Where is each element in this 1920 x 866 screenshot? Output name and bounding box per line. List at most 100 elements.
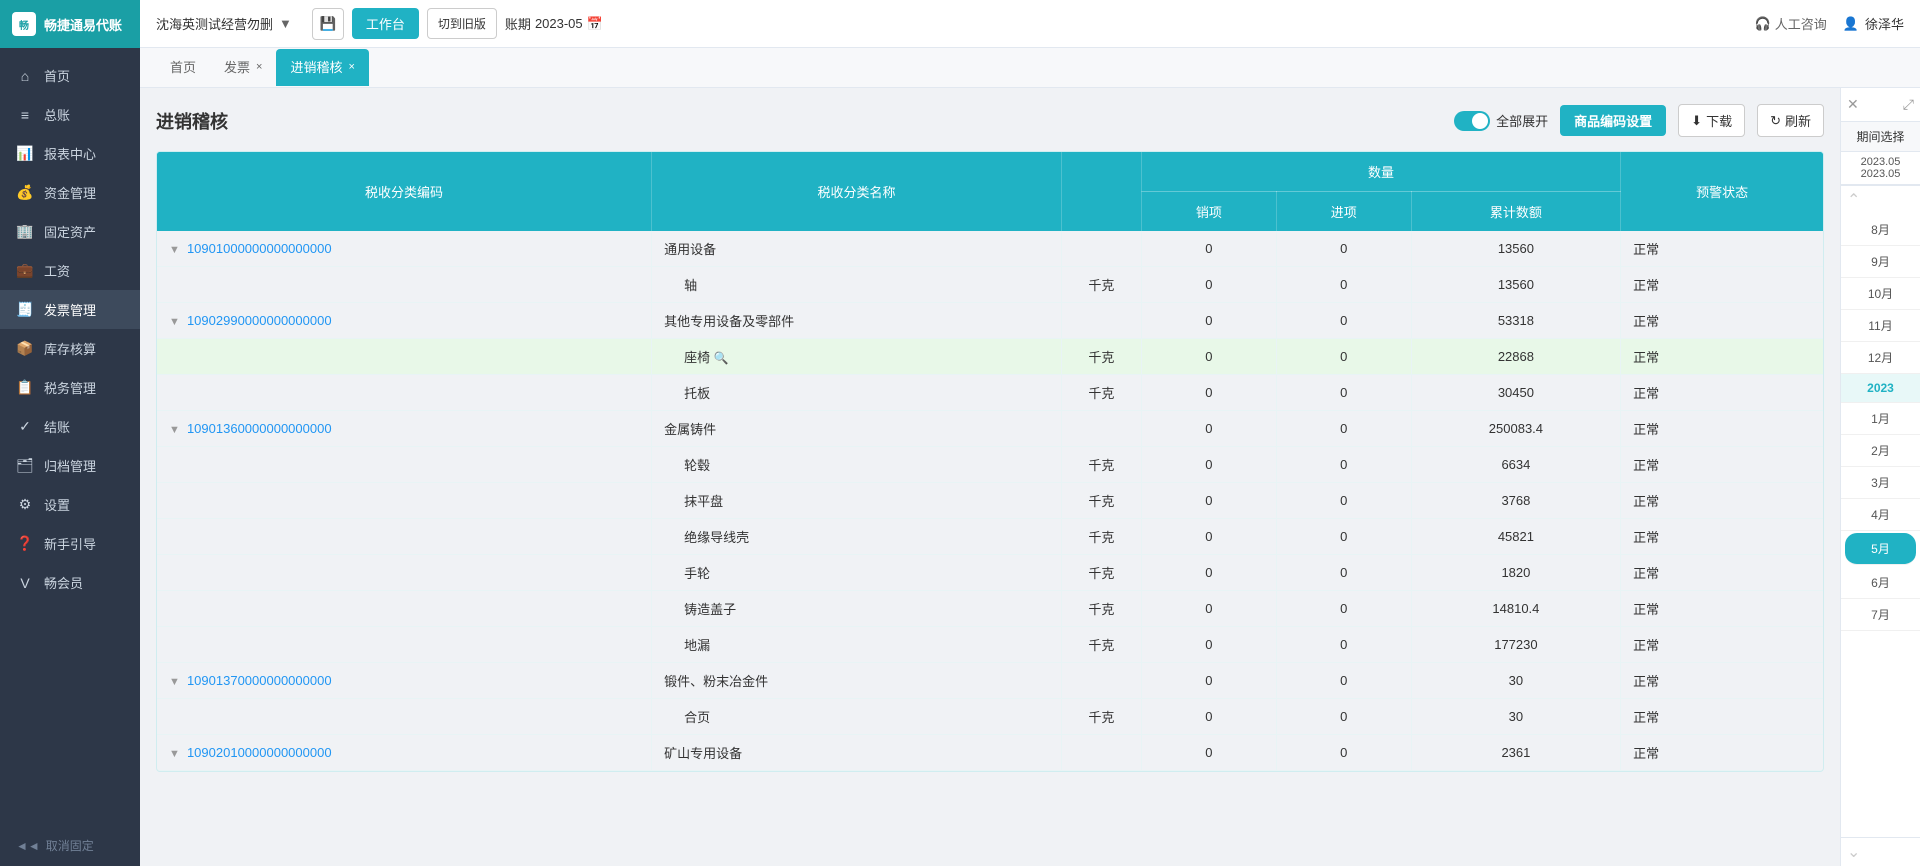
td-qty-total: 6634 [1411,447,1620,483]
tab-home[interactable]: 首页 [156,49,210,86]
td-status: 正常 [1621,591,1823,627]
table-row[interactable]: ▼ 10901370000000000000 锻件、粉末冶金件 0 0 30 正… [157,663,1823,699]
expand-icon[interactable]: ▼ [169,244,183,256]
sidebar-item-member[interactable]: V 畅会员 [0,563,140,602]
table-row[interactable]: 铸造盖子 千克 0 0 14810.4 正常 [157,591,1823,627]
topbar: 沈海英测试经营勿删 ▼ 💾 工作台 切到旧版 账期 2023-05 📅 🎧 人工… [140,0,1920,48]
expand-icon[interactable]: ▼ [169,316,183,328]
switch-version-button[interactable]: 切到旧版 [427,8,497,39]
table-row[interactable]: 合页 千克 0 0 30 正常 [157,699,1823,735]
scroll-up-icon[interactable]: ⌃ [1847,190,1860,210]
refresh-button[interactable]: ↻ 刷新 [1757,104,1824,137]
tax-code: 10901360000000000000 [187,421,332,436]
item-name: 合页 [664,710,710,725]
expand-icon[interactable]: ▼ [169,676,183,688]
td-unit: 千克 [1061,699,1141,735]
tab-invoices-label: 发票 [224,57,250,76]
download-button[interactable]: ⬇ 下载 [1678,104,1745,137]
period-month[interactable]: 3月 [1841,467,1920,499]
th-tax-name: 税收分类名称 [652,152,1062,231]
sidebar-item-ledger[interactable]: ≡ 总账 [0,95,140,134]
sidebar-item-invoices[interactable]: 🧾 发票管理 [0,290,140,329]
table-row[interactable]: 托板 千克 0 0 30450 正常 [157,375,1823,411]
table-row[interactable]: ▼ 10902010000000000000 矿山专用设备 0 0 2361 正… [157,735,1823,771]
period-value: 2023-05 [535,16,583,31]
table-row[interactable]: 绝缘导线壳 千克 0 0 45821 正常 [157,519,1823,555]
sidebar-item-tax[interactable]: 📋 税务管理 [0,368,140,407]
sidebar-item-archive[interactable]: 🗂 归档管理 [0,446,140,485]
sidebar-item-label: 税务管理 [44,378,96,397]
sidebar-item-payroll[interactable]: 💼 工资 [0,251,140,290]
td-unit: 千克 [1061,375,1141,411]
table-row[interactable]: 轴 千克 0 0 13560 正常 [157,267,1823,303]
period-month[interactable]: 2月 [1841,435,1920,467]
table-row[interactable]: 地漏 千克 0 0 177230 正常 [157,627,1823,663]
td-qty-out: 0 [1141,375,1276,411]
home-icon: ⌂ [16,68,34,84]
tab-invoices-close[interactable]: × [256,61,262,73]
search-icon[interactable]: 🔍 [714,351,729,365]
tab-reconciliation[interactable]: 进销稽核 × [276,49,368,86]
company-selector[interactable]: 沈海英测试经营勿删 ▼ [156,14,292,33]
tab-invoices[interactable]: 发票 × [210,49,276,86]
sidebar-item-label: 结账 [44,417,70,436]
td-code: ▼ 10902990000000000000 [157,303,652,339]
expand-icon[interactable]: ▼ [169,748,183,760]
scroll-down-icon[interactable]: ⌄ [1847,842,1860,862]
td-code [157,483,652,519]
td-qty-in: 0 [1276,231,1411,267]
td-name: 托板 [652,375,1062,411]
table-row[interactable]: ▼ 10902990000000000000 其他专用设备及零部件 0 0 53… [157,303,1823,339]
period-month[interactable]: 8月 [1841,214,1920,246]
help-button[interactable]: 🎧 人工咨询 [1755,14,1827,33]
period-month[interactable]: 11月 [1841,310,1920,342]
td-unit [1061,411,1141,447]
table-row[interactable]: 轮毂 千克 0 0 6634 正常 [157,447,1823,483]
period-month[interactable]: 7月 [1841,599,1920,631]
sidebar-item-settlement[interactable]: ✓ 结账 [0,407,140,446]
sidebar-item-home[interactable]: ⌂ 首页 [0,56,140,95]
period-month[interactable]: 9月 [1841,246,1920,278]
sidebar-item-guide[interactable]: ❓ 新手引导 [0,524,140,563]
calendar-icon[interactable]: 📅 [587,16,603,32]
period-month[interactable]: 12月 [1841,342,1920,374]
table-row[interactable]: 手轮 千克 0 0 1820 正常 [157,555,1823,591]
period-month[interactable]: 10月 [1841,278,1920,310]
th-qty-in: 进项 [1276,192,1411,232]
table-row[interactable]: 抹平盘 千克 0 0 3768 正常 [157,483,1823,519]
sidebar-pin-toggle[interactable]: ◄◄ 取消固定 [0,825,140,866]
sidebar-nav: ⌂ 首页 ≡ 总账 📊 报表中心 💰 资金管理 🏢 固定资产 💼 工资 🧾 发票… [0,48,140,825]
panel-close-icon[interactable]: ✕ [1847,96,1859,113]
period-range-top: 2023.05 2023.05 [1841,152,1920,185]
save-button[interactable]: 💾 [312,8,344,40]
workbench-button[interactable]: 工作台 [352,8,419,39]
user-info[interactable]: 👤 徐泽华 [1843,14,1904,33]
sidebar-item-funds[interactable]: 💰 资金管理 [0,173,140,212]
tax-code: 10902010000000000000 [187,745,332,760]
td-status: 正常 [1621,555,1823,591]
tab-home-label: 首页 [170,57,196,76]
sidebar-item-settings[interactable]: ⚙ 设置 [0,485,140,524]
td-qty-out: 0 [1141,555,1276,591]
sidebar-item-fixed-assets[interactable]: 🏢 固定资产 [0,212,140,251]
period-month[interactable]: 1月 [1841,403,1920,435]
panel-expand-icon[interactable]: ⤢ [1903,96,1914,113]
period-month[interactable]: 6月 [1841,567,1920,599]
table-row[interactable]: 座椅 🔍 千克 0 0 22868 正常 [157,339,1823,375]
table-row[interactable]: ▼ 10901000000000000000 通用设备 0 0 13560 正常 [157,231,1823,267]
table-row[interactable]: ▼ 10901360000000000000 金属铸件 0 0 250083.4… [157,411,1823,447]
logo-icon: 畅 [12,12,36,36]
expand-toggle[interactable]: 全部展开 [1454,111,1548,131]
period-month[interactable]: 5月 [1845,533,1916,565]
sidebar-item-reports[interactable]: 📊 报表中心 [0,134,140,173]
sidebar-item-inventory[interactable]: 📦 库存核算 [0,329,140,368]
headset-icon: 🎧 [1755,16,1771,32]
period-month[interactable]: 4月 [1841,499,1920,531]
tab-reconciliation-close[interactable]: × [348,61,354,73]
product-code-button[interactable]: 商品编码设置 [1560,105,1666,136]
archive-icon: 🗂 [16,457,34,474]
period-month[interactable]: 2023 [1841,374,1920,403]
toggle-switch[interactable] [1454,111,1490,131]
expand-icon[interactable]: ▼ [169,424,183,436]
td-name: 抹平盘 [652,483,1062,519]
